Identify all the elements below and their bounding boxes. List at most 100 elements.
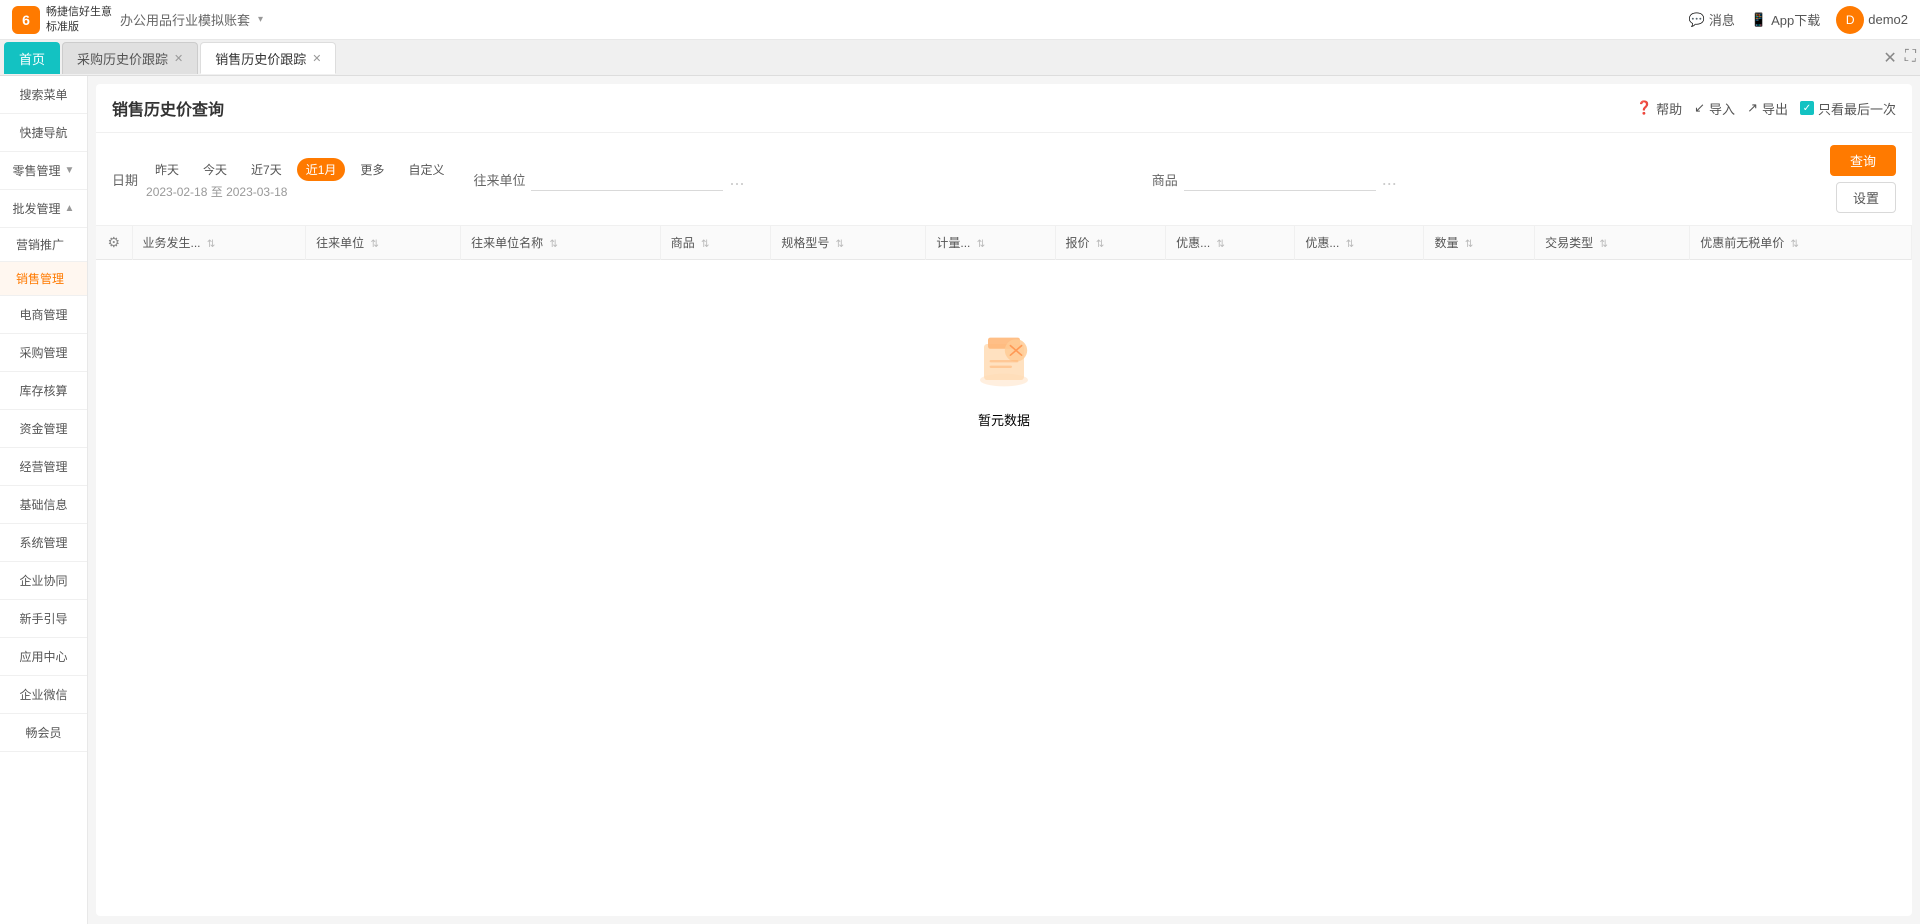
export-button[interactable]: ↗ 导出	[1747, 99, 1788, 118]
message-button[interactable]: 💬 消息	[1689, 10, 1735, 29]
table-col-discount1-label: 优惠...	[1176, 236, 1210, 250]
table-col-partner-name-label: 往来单位名称	[471, 236, 543, 250]
avatar: D	[1836, 6, 1864, 34]
sort-arrows-partner-code[interactable]: ⇅	[370, 239, 378, 250]
tab-close-window-icon[interactable]: ✕	[1883, 48, 1896, 68]
top-bar-left: 6 畅捷信好生意 标准版 办公用品行业模拟账套 ▾	[12, 5, 263, 34]
sidebar-item-member[interactable]: 畅会员	[0, 714, 87, 752]
only-last-checkbox-area[interactable]: ✓ 只看最后一次	[1800, 99, 1896, 118]
tab-purchase-history[interactable]: 采购历史价跟踪 ✕	[62, 42, 198, 74]
tab-sales-history-close-icon[interactable]: ✕	[312, 52, 321, 65]
import-label: 导入	[1709, 99, 1735, 118]
import-button[interactable]: ↙ 导入	[1694, 99, 1735, 118]
settings-button[interactable]: 设置	[1836, 182, 1896, 213]
sidebar-item-enterprise[interactable]: 企业协同	[0, 562, 87, 600]
table-col-business-date: 业务发生... ⇅	[132, 226, 306, 260]
query-button[interactable]: 查询	[1830, 145, 1896, 176]
date-btn-today[interactable]: 今天	[194, 158, 236, 181]
help-icon: ❓	[1636, 100, 1652, 116]
date-btn-yesterday[interactable]: 昨天	[146, 158, 188, 181]
page-actions: ❓ 帮助 ↙ 导入 ↗ 导出 ✓ 只看最后一次	[1636, 99, 1896, 118]
app-download-icon: 📱	[1751, 12, 1767, 28]
date-filter-label: 日期	[112, 170, 138, 189]
table-col-quoted-price: 报价 ⇅	[1055, 226, 1166, 260]
product-input[interactable]	[1184, 167, 1376, 191]
empty-illustration	[964, 320, 1044, 400]
help-button[interactable]: ❓ 帮助	[1636, 99, 1682, 118]
sidebar-item-operations[interactable]: 经营管理	[0, 448, 87, 486]
sort-arrows-product[interactable]: ⇅	[701, 239, 709, 250]
sidebar-item-inventory[interactable]: 库存核算	[0, 372, 87, 410]
table-area: ⚙ 业务发生... ⇅ 往来单位 ⇅ 往来单位名称	[96, 226, 1912, 916]
sidebar-item-marketing[interactable]: 营销推广	[0, 228, 87, 262]
table-col-spec-label: 规格型号	[781, 236, 829, 250]
top-bar: 6 畅捷信好生意 标准版 办公用品行业模拟账套 ▾ 💬 消息 📱 App下载 D…	[0, 0, 1920, 40]
partner-input[interactable]	[531, 167, 723, 191]
date-btn-7days[interactable]: 近7天	[242, 158, 291, 181]
tab-maximize-icon[interactable]: ⛶	[1905, 48, 1916, 68]
product-dots-icon[interactable]: ...	[1382, 169, 1397, 190]
sidebar-item-search[interactable]: 搜索菜单	[0, 76, 87, 114]
date-filter-group: 日期 昨天 今天 近7天 近1月 更多 自定义 2023-02-18 至 202…	[112, 158, 453, 200]
sidebar-item-search-label: 搜索菜单	[19, 88, 67, 102]
table-col-discount1: 优惠... ⇅	[1166, 226, 1295, 260]
table-settings-icon[interactable]: ⚙	[107, 234, 120, 250]
sidebar-item-retail-label: 零售管理	[13, 162, 61, 179]
logo-text: 畅捷信好生意 标准版	[46, 5, 112, 34]
sidebar: 搜索菜单 快捷导航 零售管理 ▼ 批发管理 ▲ 营销推广 销售管理 电商管理 采	[0, 76, 88, 924]
sidebar-item-sales[interactable]: 销售管理	[0, 262, 87, 296]
sidebar-item-quick-nav-label: 快捷导航	[19, 126, 67, 140]
sort-arrows-trade-type[interactable]: ⇅	[1599, 239, 1607, 250]
table-header: ⚙ 业务发生... ⇅ 往来单位 ⇅ 往来单位名称	[96, 226, 1912, 260]
tab-purchase-history-close-icon[interactable]: ✕	[174, 52, 183, 65]
sidebar-item-retail-row: 零售管理 ▼	[4, 162, 83, 179]
user-area[interactable]: D demo2	[1836, 6, 1908, 34]
app-download-button[interactable]: 📱 App下载	[1751, 10, 1820, 29]
app-title-dropdown-icon[interactable]: ▾	[258, 14, 263, 25]
sidebar-item-app-center[interactable]: 应用中心	[0, 638, 87, 676]
sort-arrows-discount1[interactable]: ⇅	[1217, 239, 1225, 250]
sort-arrows-business-date[interactable]: ⇅	[207, 239, 215, 250]
partner-dots-icon[interactable]: ...	[729, 169, 744, 190]
table-col-trade-type: 交易类型 ⇅	[1535, 226, 1690, 260]
logo-line2: 标准版	[46, 20, 112, 34]
tab-sales-history[interactable]: 销售历史价跟踪 ✕	[200, 42, 336, 74]
sort-arrows-unit[interactable]: ⇅	[977, 239, 985, 250]
product-filter-group: 商品 ...	[1152, 167, 1810, 191]
tab-bar: 首页 采购历史价跟踪 ✕ 销售历史价跟踪 ✕ ✕ ⛶	[0, 40, 1920, 76]
sidebar-item-operations-label: 经营管理	[19, 460, 67, 474]
date-btn-1month[interactable]: 近1月	[297, 158, 346, 181]
sidebar-item-finance[interactable]: 资金管理	[0, 410, 87, 448]
sidebar-item-ecommerce[interactable]: 电商管理	[0, 296, 87, 334]
sidebar-item-wholesale-label: 批发管理	[13, 200, 61, 217]
sidebar-item-wholesale[interactable]: 批发管理 ▲	[0, 190, 87, 228]
sort-arrows-pretax-price[interactable]: ⇅	[1791, 239, 1799, 250]
date-btn-more[interactable]: 更多	[351, 158, 393, 181]
username: demo2	[1868, 12, 1908, 27]
sort-arrows-discount2[interactable]: ⇅	[1346, 239, 1354, 250]
sort-arrows-quoted-price[interactable]: ⇅	[1096, 239, 1104, 250]
content-area: 销售历史价查询 ❓ 帮助 ↙ 导入 ↗ 导出 ✓	[88, 76, 1920, 924]
sidebar-item-basic[interactable]: 基础信息	[0, 486, 87, 524]
help-label: 帮助	[1656, 99, 1682, 118]
logo-icon: 6	[12, 6, 40, 34]
tab-home[interactable]: 首页	[4, 42, 60, 74]
sidebar-item-retail[interactable]: 零售管理 ▼	[0, 152, 87, 190]
sidebar-item-system[interactable]: 系统管理	[0, 524, 87, 562]
sidebar-item-wechat[interactable]: 企业微信	[0, 676, 87, 714]
sort-arrows-spec[interactable]: ⇅	[836, 239, 844, 250]
sidebar-item-sales-label: 销售管理	[16, 272, 64, 286]
partner-filter-label: 往来单位	[473, 170, 525, 189]
table-col-partner-name: 往来单位名称 ⇅	[461, 226, 661, 260]
sidebar-item-purchase[interactable]: 采购管理	[0, 334, 87, 372]
page: 销售历史价查询 ❓ 帮助 ↙ 导入 ↗ 导出 ✓	[96, 84, 1912, 916]
product-filter-label: 商品	[1152, 170, 1178, 189]
date-btn-custom[interactable]: 自定义	[399, 158, 453, 181]
sidebar-item-quick-nav[interactable]: 快捷导航	[0, 114, 87, 152]
sort-arrows-partner-name[interactable]: ⇅	[550, 239, 558, 250]
sidebar-item-guide[interactable]: 新手引导	[0, 600, 87, 638]
app-title: 办公用品行业模拟账套	[120, 10, 250, 29]
main-layout: 搜索菜单 快捷导航 零售管理 ▼ 批发管理 ▲ 营销推广 销售管理 电商管理 采	[0, 76, 1920, 924]
partner-filter-group: 往来单位 ...	[473, 167, 1131, 191]
sort-arrows-quantity[interactable]: ⇅	[1465, 239, 1473, 250]
